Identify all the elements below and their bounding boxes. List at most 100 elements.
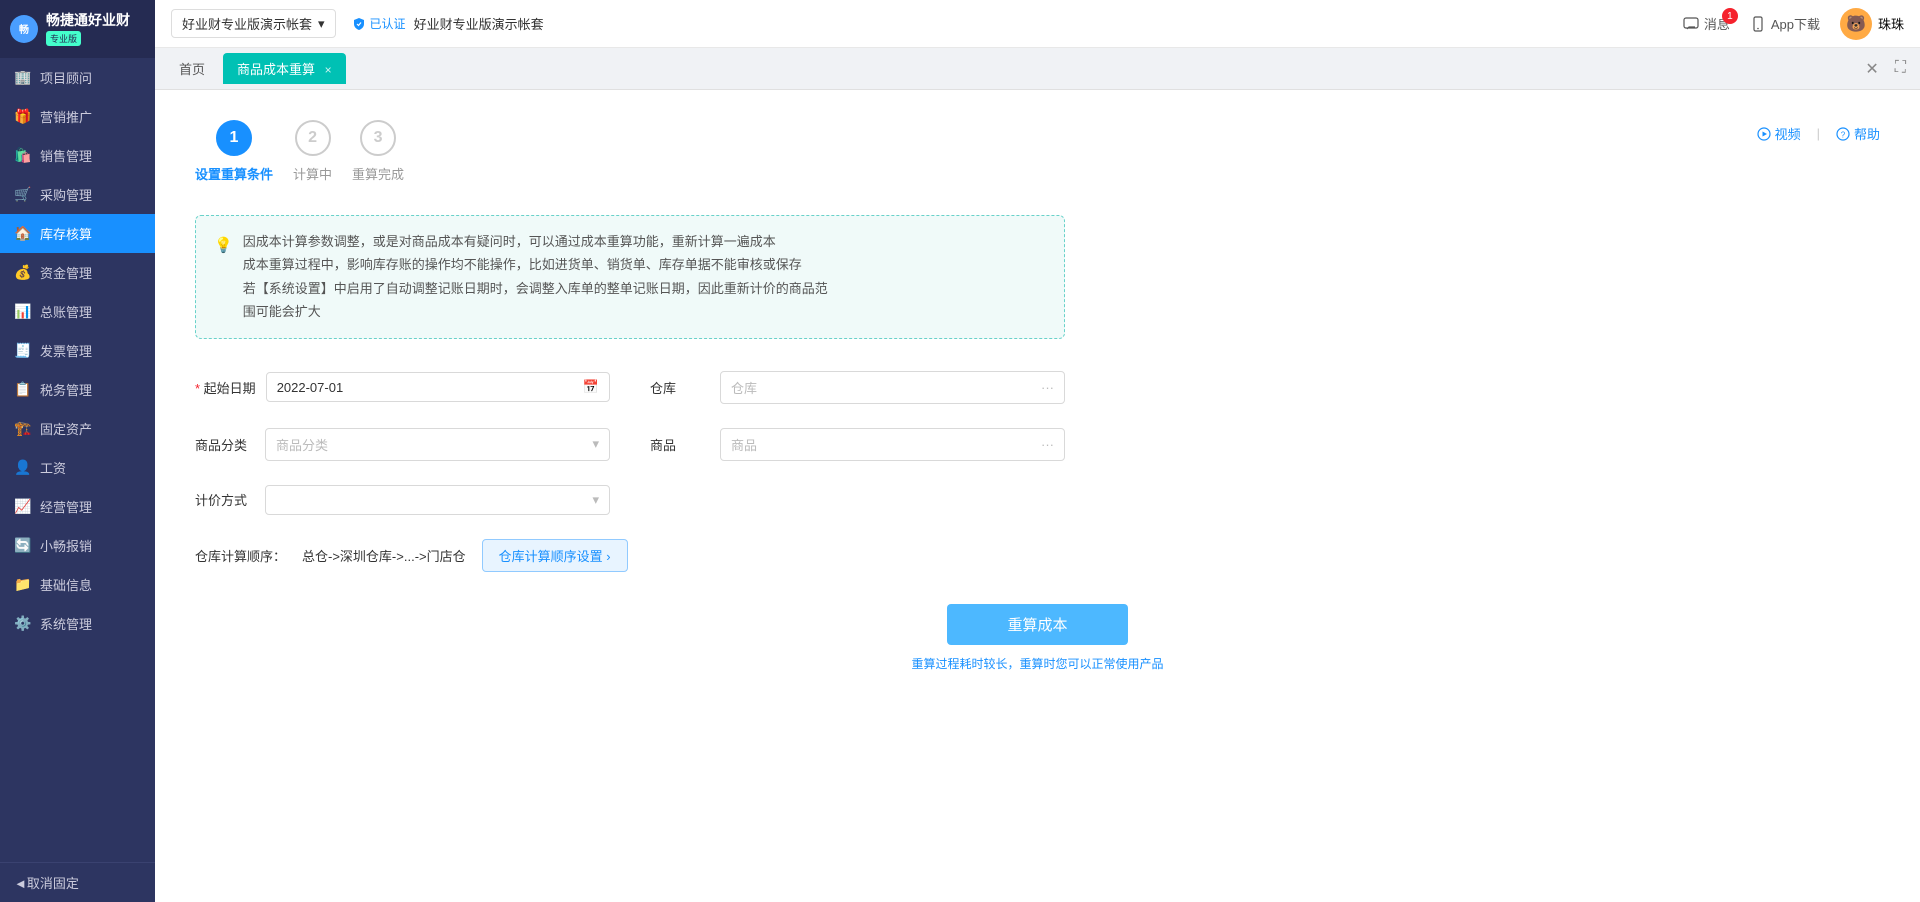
message-badge: 1 xyxy=(1722,8,1738,24)
product-input[interactable]: 商品 ··· xyxy=(720,428,1065,461)
warehouse-label: 仓库 xyxy=(650,378,710,397)
step-1-circle: 1 xyxy=(216,120,252,156)
topbar: 好业财专业版演示帐套 ▾ 已认证 好业财专业版演示帐套 消息 1 xyxy=(155,0,1920,48)
app-download-button[interactable]: App下载 xyxy=(1750,14,1820,33)
category-placeholder: 商品分类 xyxy=(276,435,328,454)
company-name: 好业财专业版演示帐套 xyxy=(414,14,544,33)
info-line-1: 因成本计算参数调整，或是对商品成本有疑问时，可以通过成本重算功能，重新计算一遍成… xyxy=(243,230,828,253)
tab-close-button[interactable]: × xyxy=(325,63,332,77)
sidebar-title: 畅捷通好业财 xyxy=(46,12,130,29)
tab-home[interactable]: 首页 xyxy=(165,53,219,84)
message-button[interactable]: 消息 1 xyxy=(1683,14,1730,33)
shield-icon xyxy=(352,17,366,31)
sidebar-item-label: 库存核算 xyxy=(40,224,92,243)
submit-section: 重算成本 重算过程耗时较长，重算时您可以正常使用产品 xyxy=(195,604,1880,672)
recalculate-button[interactable]: 重算成本 xyxy=(947,604,1127,645)
category-select[interactable]: 商品分类 ▾ xyxy=(265,428,610,461)
app-download-label: App下载 xyxy=(1771,14,1820,33)
product-group: 商品 商品 ··· xyxy=(650,428,1065,461)
info-line-3: 若【系统设置】中启用了自动调整记账日期时，会调整入库单的整单记账日期，因此重新计… xyxy=(243,277,828,300)
step-3: 3 重算完成 xyxy=(352,120,404,183)
sidebar-item-accounting[interactable]: 📊 总账管理 xyxy=(0,292,155,331)
finance-icon: 💰 xyxy=(14,263,32,281)
main-area: 好业财专业版演示帐套 ▾ 已认证 好业财专业版演示帐套 消息 1 xyxy=(155,0,1920,902)
operation-icon: 📈 xyxy=(14,497,32,515)
warehouse-order-label: 仓库计算顺序： xyxy=(195,546,286,565)
sidebar-item-label: 销售管理 xyxy=(40,146,92,165)
sidebar-item-label: 系统管理 xyxy=(40,614,92,633)
sidebar-item-label: 工资 xyxy=(40,458,66,477)
sidebar-item-system[interactable]: ⚙️ 系统管理 xyxy=(0,604,155,643)
payroll-icon: 👤 xyxy=(14,458,32,476)
step-1: 1 设置重算条件 xyxy=(195,120,273,183)
form-section: 起始日期 2022-07-01 📅 仓库 仓库 ··· 商 xyxy=(195,371,1065,572)
top-links: 视频 | ? 帮助 xyxy=(1757,124,1880,143)
verified-badge: 已认证 xyxy=(352,15,406,32)
close-window-button[interactable]: ✕ xyxy=(1861,55,1882,83)
pricing-select[interactable]: ▾ xyxy=(265,485,610,515)
marketing-icon: 🎁 xyxy=(14,107,32,125)
sidebar-item-label: 项目顾问 xyxy=(40,68,92,87)
sidebar-badge: 专业版 xyxy=(46,31,81,46)
sidebar-item-invoice[interactable]: 🧾 发票管理 xyxy=(0,331,155,370)
step-2-circle: 2 xyxy=(295,120,331,156)
submit-hint: 重算过程耗时较长，重算时您可以正常使用产品 xyxy=(911,655,1163,672)
accounting-icon: 📊 xyxy=(14,302,32,320)
video-link[interactable]: 视频 xyxy=(1757,124,1801,143)
stepper: 1 设置重算条件 2 计算中 3 重算完成 xyxy=(195,120,404,183)
expand-window-button[interactable]: ⛶ xyxy=(1891,55,1910,83)
product-label: 商品 xyxy=(650,435,710,454)
tab-active-label: 商品成本重算 xyxy=(237,62,315,77)
sidebar-item-assets[interactable]: 🏗️ 固定资产 xyxy=(0,409,155,448)
svg-text:?: ? xyxy=(1841,130,1846,139)
step-3-label: 重算完成 xyxy=(352,164,404,183)
user-name: 珠珠 xyxy=(1878,14,1904,33)
sidebar-item-label: 税务管理 xyxy=(40,380,92,399)
sidebar-item-label: 采购管理 xyxy=(40,185,92,204)
sidebar-nav: 🏢 项目顾问 🎁 营销推广 🛍️ 销售管理 🛒 采购管理 🏠 库存核算 💰 资金… xyxy=(0,58,155,862)
sidebar-item-label: 经营管理 xyxy=(40,497,92,516)
form-row-3: 计价方式 ▾ xyxy=(195,485,1065,515)
tab-cost-recalc[interactable]: 商品成本重算 × xyxy=(223,53,346,84)
warehouse-order-row: 仓库计算顺序： 总仓->深圳仓库->...->门店仓 仓库计算顺序设置 › xyxy=(195,539,1065,572)
message-icon xyxy=(1683,16,1699,32)
sidebar-item-label: 营销推广 xyxy=(40,107,92,126)
project-icon: 🏢 xyxy=(14,68,32,86)
sidebar-header: 畅 畅捷通好业财 专业版 xyxy=(0,0,155,58)
sidebar-unpin[interactable]: ◄取消固定 xyxy=(0,862,155,902)
step-2-label: 计算中 xyxy=(293,164,332,183)
sidebar-item-label: 固定资产 xyxy=(40,419,92,438)
sidebar-item-project[interactable]: 🏢 项目顾问 xyxy=(0,58,155,97)
sidebar-item-basic[interactable]: 📁 基础信息 xyxy=(0,565,155,604)
verified-text: 已认证 xyxy=(370,15,406,32)
sidebar-item-label: 小畅报销 xyxy=(40,536,92,555)
warehouse-placeholder: 仓库 xyxy=(731,378,1041,397)
pricing-label: 计价方式 xyxy=(195,490,255,509)
start-date-group: 起始日期 2022-07-01 📅 xyxy=(195,372,610,402)
warehouse-input[interactable]: 仓库 ··· xyxy=(720,371,1065,404)
sidebar-item-operation[interactable]: 📈 经营管理 xyxy=(0,487,155,526)
start-date-input[interactable]: 2022-07-01 📅 xyxy=(266,372,610,402)
sidebar-item-payroll[interactable]: 👤 工资 xyxy=(0,448,155,487)
sidebar-item-finance[interactable]: 💰 资金管理 xyxy=(0,253,155,292)
sidebar-item-tax[interactable]: 📋 税务管理 xyxy=(0,370,155,409)
phone-icon xyxy=(1750,16,1766,32)
start-date-value: 2022-07-01 xyxy=(277,380,575,395)
account-selector[interactable]: 好业财专业版演示帐套 ▾ xyxy=(171,9,336,38)
warehouse-order-settings-button[interactable]: 仓库计算顺序设置 › xyxy=(482,539,628,572)
sidebar-item-expense[interactable]: 🔄 小畅报销 xyxy=(0,526,155,565)
content-area: 1 设置重算条件 2 计算中 3 重算完成 xyxy=(155,90,1920,902)
step-3-circle: 3 xyxy=(360,120,396,156)
sidebar-item-purchase[interactable]: 🛒 采购管理 xyxy=(0,175,155,214)
sidebar-item-sales[interactable]: 🛍️ 销售管理 xyxy=(0,136,155,175)
info-icon: 💡 xyxy=(214,232,233,324)
topbar-actions: 消息 1 App下载 🐻 珠珠 xyxy=(1683,8,1904,40)
purchase-icon: 🛒 xyxy=(14,185,32,203)
help-link[interactable]: ? 帮助 xyxy=(1836,124,1880,143)
sidebar-item-inventory[interactable]: 🏠 库存核算 xyxy=(0,214,155,253)
unpin-label: ◄取消固定 xyxy=(14,873,79,892)
info-line-4: 围可能会扩大 xyxy=(243,300,828,323)
product-ellipsis-icon: ··· xyxy=(1041,437,1054,452)
user-profile[interactable]: 🐻 珠珠 xyxy=(1840,8,1904,40)
sidebar-item-marketing[interactable]: 🎁 营销推广 xyxy=(0,97,155,136)
